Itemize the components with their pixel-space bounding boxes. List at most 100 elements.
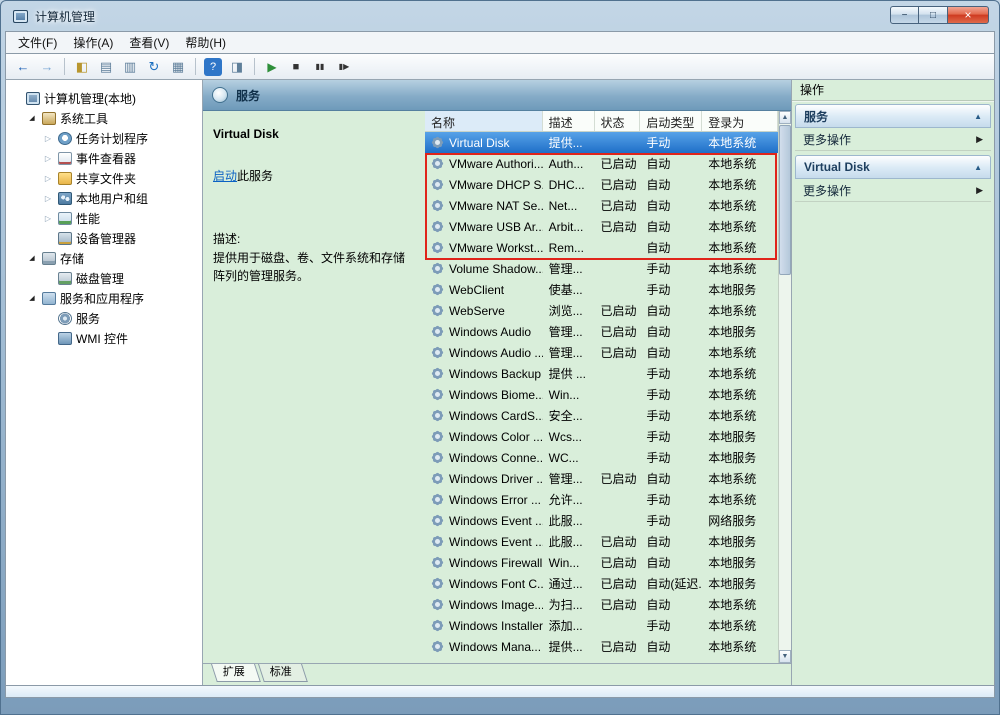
service-logon-as: 本地服务 (702, 428, 778, 445)
export-icon[interactable]: ▤ (95, 56, 117, 77)
column-header-name[interactable]: 名称 (425, 111, 543, 131)
service-desc: Arbit... (543, 220, 595, 234)
service-row-21[interactable]: Windows FirewallWin...已启动自动本地服务 (425, 552, 778, 573)
column-header-startup-type[interactable]: 启动类型 (640, 111, 702, 131)
service-row-14[interactable]: Windows CardS...安全...手动本地系统 (425, 405, 778, 426)
actions-section-virtual-disk[interactable]: Virtual Disk▲ (795, 155, 991, 179)
collapsed-expander-icon[interactable]: ▷ (42, 194, 54, 203)
tree-item-wmi-control[interactable]: WMI 控件 (6, 328, 202, 348)
service-row-25[interactable]: Windows Mana...提供...已启动自动本地系统 (425, 636, 778, 657)
service-row-5[interactable]: VMware USB Ar...Arbit...已启动自动本地系统 (425, 216, 778, 237)
vertical-scrollbar[interactable]: ▲ ▼ (778, 111, 791, 663)
tree-item-label: 共享文件夹 (76, 170, 136, 187)
service-name-cell: Volume Shadow... (425, 262, 543, 276)
tree-item-services[interactable]: 服务 (6, 308, 202, 328)
service-row-3[interactable]: VMware DHCP S...DHC...已启动自动本地系统 (425, 174, 778, 195)
actions-header: 操作 (792, 80, 994, 101)
service-row-23[interactable]: Windows Image...为扫...已启动自动本地系统 (425, 594, 778, 615)
service-row-22[interactable]: Windows Font C...通过...已启动自动(延迟...本地服务 (425, 573, 778, 594)
service-row-2[interactable]: VMware Authori...Auth...已启动自动本地系统 (425, 153, 778, 174)
menu-action[interactable]: 操作(A) (65, 32, 121, 53)
service-name-cell: Windows Error ... (425, 493, 543, 507)
service-name: Windows Backup (449, 367, 541, 381)
show-action-pane-icon[interactable]: ◨ (226, 56, 248, 77)
tree-item-disk-management[interactable]: 磁盘管理 (6, 268, 202, 288)
expanded-expander-icon[interactable]: ◢ (26, 254, 38, 262)
tree-item-task-scheduler[interactable]: ▷任务计划程序 (6, 128, 202, 148)
scroll-down-button[interactable]: ▼ (779, 650, 791, 663)
help-icon[interactable]: ? (204, 58, 222, 76)
minimize-button[interactable]: − (890, 6, 919, 24)
service-row-4[interactable]: VMware NAT Se...Net...已启动自动本地系统 (425, 195, 778, 216)
title-bar[interactable]: 计算机管理 − □ × (1, 1, 999, 31)
export-list-icon[interactable]: ▦ (167, 56, 189, 77)
more-actions-virtual-disk[interactable]: 更多操作▶ (795, 179, 991, 202)
tree-item-label: 服务和应用程序 (60, 290, 144, 307)
tree-item-storage[interactable]: ◢存储 (6, 248, 202, 268)
pause-service-icon[interactable]: ▮▮ (309, 56, 331, 77)
collapsed-expander-icon[interactable]: ▷ (42, 134, 54, 143)
console-tree: 计算机管理(本地)◢系统工具▷任务计划程序▷事件查看器▷共享文件夹▷本地用户和组… (6, 80, 203, 685)
service-gear-icon (431, 241, 444, 254)
scrollbar-thumb[interactable] (779, 125, 791, 275)
start-service-link[interactable]: 启动 (213, 169, 237, 183)
service-row-15[interactable]: Windows Color ...Wcs...手动本地服务 (425, 426, 778, 447)
service-row-7[interactable]: Volume Shadow...管理...手动本地系统 (425, 258, 778, 279)
scroll-up-button[interactable]: ▲ (779, 111, 791, 124)
restart-service-icon[interactable]: ▮▶ (333, 56, 355, 77)
service-row-18[interactable]: Windows Error ...允许...手动本地系统 (425, 489, 778, 510)
collapse-icon[interactable]: ▲ (974, 112, 982, 121)
service-row-8[interactable]: WebClient使基...手动本地服务 (425, 279, 778, 300)
service-row-19[interactable]: Windows Event ...此服...手动网络服务 (425, 510, 778, 531)
service-desc: 添加... (543, 617, 595, 634)
service-name: VMware NAT Se... (449, 199, 543, 213)
start-service-icon[interactable]: ▶ (261, 56, 283, 77)
menu-file[interactable]: 文件(F) (10, 32, 65, 53)
show-console-tree-icon[interactable]: ◧ (71, 56, 93, 77)
service-row-17[interactable]: Windows Driver ...管理...已启动自动本地系统 (425, 468, 778, 489)
tree-item-system-tools[interactable]: ◢系统工具 (6, 108, 202, 128)
expanded-expander-icon[interactable]: ◢ (26, 114, 38, 122)
stop-service-icon[interactable]: ■ (285, 56, 307, 77)
properties-icon[interactable]: ▥ (119, 56, 141, 77)
service-row-24[interactable]: Windows Installer添加...手动本地系统 (425, 615, 778, 636)
menu-help[interactable]: 帮助(H) (177, 32, 234, 53)
service-row-13[interactable]: Windows Biome...Win...手动本地系统 (425, 384, 778, 405)
service-row-1[interactable]: Virtual Disk提供...手动本地系统 (425, 132, 778, 153)
tree-item-device-manager[interactable]: 设备管理器 (6, 228, 202, 248)
collapse-icon[interactable]: ▲ (974, 163, 982, 172)
actions-section-services[interactable]: 服务▲ (795, 104, 991, 128)
menu-view[interactable]: 查看(V) (121, 32, 177, 53)
more-actions-services[interactable]: 更多操作▶ (795, 128, 991, 151)
column-header-logon-as[interactable]: 登录为 (702, 111, 778, 131)
collapsed-expander-icon[interactable]: ▷ (42, 154, 54, 163)
column-header-description[interactable]: 描述 (543, 111, 595, 131)
collapsed-expander-icon[interactable]: ▷ (42, 214, 54, 223)
tree-item-services-and-applications[interactable]: ◢ 服务和应用程序 (6, 288, 202, 308)
toolbar-separator (195, 58, 196, 75)
service-row-9[interactable]: WebServe浏览...已启动自动本地系统 (425, 300, 778, 321)
tab-standard[interactable]: 标准 (258, 664, 308, 682)
service-row-20[interactable]: Windows Event ...此服...已启动自动本地服务 (425, 531, 778, 552)
column-header-status[interactable]: 状态 (595, 111, 641, 131)
service-name: Virtual Disk (449, 136, 509, 150)
collapsed-expander-icon[interactable]: ▷ (42, 174, 54, 183)
expanded-expander-icon[interactable]: ◢ (26, 294, 38, 302)
service-row-16[interactable]: Windows Conne...WC...手动本地服务 (425, 447, 778, 468)
back-icon[interactable]: ← (12, 56, 34, 77)
tree-item-event-viewer[interactable]: ▷事件查看器 (6, 148, 202, 168)
tree-item-local-users-and-groups[interactable]: ▷本地用户和组 (6, 188, 202, 208)
tree-item-shared-folders[interactable]: ▷ 共享文件夹 (6, 168, 202, 188)
tab-extended[interactable]: 扩展 (211, 664, 261, 682)
refresh-icon[interactable]: ↻ (143, 56, 165, 77)
close-button[interactable]: × (947, 6, 989, 24)
maximize-button[interactable]: □ (919, 6, 947, 24)
forward-icon[interactable]: → (36, 56, 58, 77)
tree-item-performance[interactable]: ▷性能 (6, 208, 202, 228)
tree-item-computer-management-local[interactable]: 计算机管理(本地) (6, 88, 202, 108)
service-row-6[interactable]: VMware Workst...Rem...自动本地系统 (425, 237, 778, 258)
service-row-12[interactable]: Windows Backup提供 ...手动本地系统 (425, 363, 778, 384)
service-row-10[interactable]: Windows Audio管理...已启动自动本地服务 (425, 321, 778, 342)
service-logon-as: 本地系统 (702, 260, 778, 277)
service-row-11[interactable]: Windows Audio ...管理...已启动自动本地系统 (425, 342, 778, 363)
